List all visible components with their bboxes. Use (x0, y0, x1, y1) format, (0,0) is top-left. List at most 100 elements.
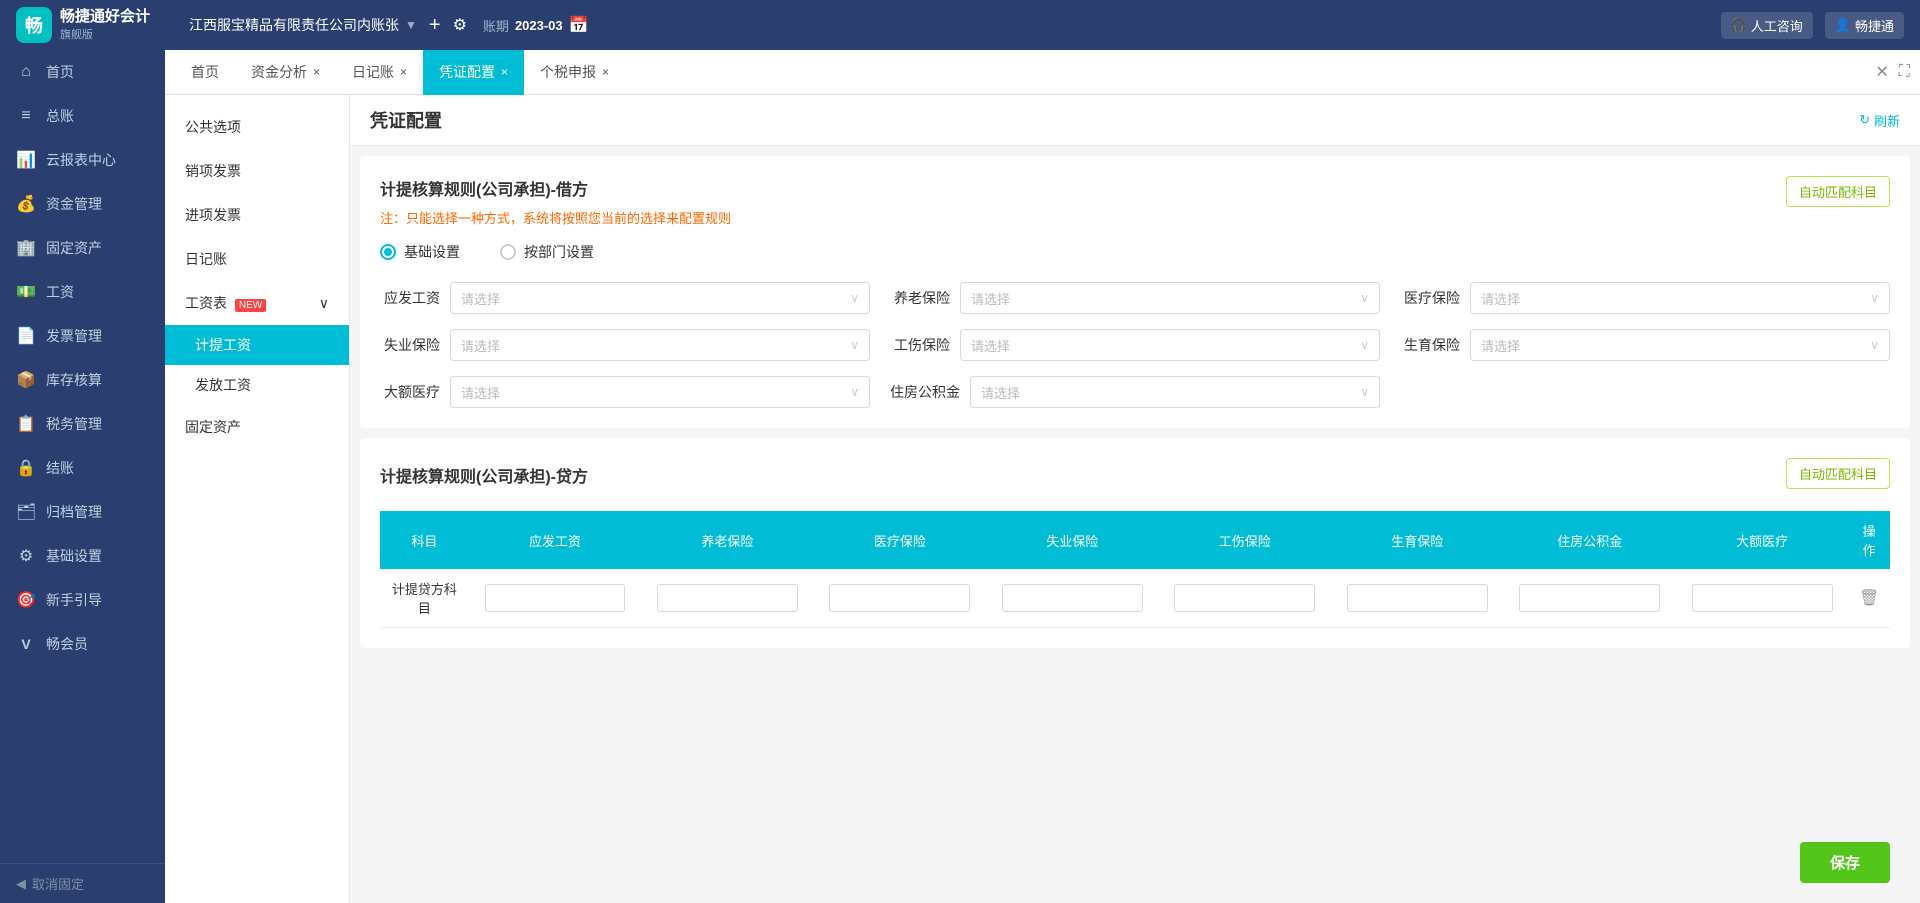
input-pension[interactable] (657, 584, 798, 612)
tab-fund[interactable]: 资金分析 × (235, 50, 336, 95)
sidebar-item-assets[interactable]: 🏢 固定资产 (0, 226, 165, 270)
input-unemployment[interactable] (1002, 584, 1143, 612)
sidebar-item-settings[interactable]: ⚙ 基础设置 (0, 534, 165, 578)
left-panel-public[interactable]: 公共选项 (165, 105, 349, 149)
sidebar-item-salary[interactable]: 💵 工资 (0, 270, 165, 314)
close-window-icon[interactable]: ✕ (1875, 62, 1888, 82)
inventory-icon: 📦 (16, 370, 36, 390)
unemployment-select[interactable]: 请选择 ∨ (450, 329, 870, 361)
maximize-window-icon[interactable]: ⛶ (1899, 63, 1910, 81)
sidebar-label-fund: 资金管理 (46, 194, 102, 214)
left-panel-journal[interactable]: 日记账 (165, 237, 349, 281)
field-work-injury: 工伤保险 请选择 ∨ (890, 329, 1380, 361)
sidebar-label-reports: 云报表中心 (46, 150, 116, 170)
sidebar-item-reports[interactable]: 📊 云报表中心 (0, 138, 165, 182)
consultant-button[interactable]: 🎧 人工咨询 (1721, 12, 1813, 39)
sidebar-item-archive[interactable]: 🗂 归档管理 (0, 490, 165, 534)
sidebar-item-vip[interactable]: V 畅会员 (0, 622, 165, 666)
expand-icon: ∨ (319, 295, 329, 312)
sidebar-label-guide: 新手引导 (46, 590, 102, 610)
credit-auto-match-button[interactable]: 自动匹配科目 (1786, 458, 1890, 489)
sidebar-item-inventory[interactable]: 📦 库存核算 (0, 358, 165, 402)
left-panel-fixed-assets[interactable]: 固定资产 (165, 405, 349, 449)
table-row: 计提贷方科目 🗑 (380, 569, 1890, 628)
housing-fund-select-arrow: ∨ (1360, 385, 1369, 399)
cell-housing-input[interactable] (1503, 569, 1675, 628)
housing-fund-select[interactable]: 请选择 ∨ (970, 376, 1380, 408)
sidebar-item-invoice[interactable]: 📄 发票管理 (0, 314, 165, 358)
consultant-label: 人工咨询 (1751, 16, 1803, 35)
medical-select[interactable]: 请选择 ∨ (1470, 282, 1890, 314)
sidebar-label-settings: 基础设置 (46, 546, 102, 566)
settings-icon[interactable]: ⚙ (453, 15, 467, 35)
unpin-icon: ◀ (16, 876, 26, 892)
period-label: 账期 (483, 16, 509, 35)
left-panel-pay-salary[interactable]: 发放工资 (165, 365, 349, 405)
tab-journal-label: 日记账 (352, 62, 394, 82)
cell-work-injury-input[interactable] (1159, 569, 1331, 628)
company-selector[interactable]: 江西服宝精品有限责任公司内账张 ▼ (189, 15, 417, 35)
tab-fund-close[interactable]: × (313, 65, 320, 79)
work-injury-select[interactable]: 请选择 ∨ (960, 329, 1380, 361)
tab-tax[interactable]: 个税申报 × (524, 50, 625, 95)
input-medical[interactable] (829, 584, 970, 612)
sidebar-item-closing[interactable]: 🔒 结账 (0, 446, 165, 490)
sidebar-item-guide[interactable]: 🎯 新手引导 (0, 578, 165, 622)
tab-voucher-close[interactable]: × (501, 65, 508, 79)
cell-medical-input[interactable] (814, 569, 986, 628)
tab-tax-close[interactable]: × (602, 65, 609, 79)
left-panel-public-label: 公共选项 (185, 119, 241, 135)
cell-major-medical-input[interactable] (1676, 569, 1848, 628)
maternity-select[interactable]: 请选择 ∨ (1470, 329, 1890, 361)
tab-journal-close[interactable]: × (400, 65, 407, 79)
tab-home[interactable]: 首页 (175, 50, 235, 95)
calendar-icon[interactable]: 📅 (569, 15, 589, 35)
sidebar-item-home[interactable]: ⌂ 首页 (0, 50, 165, 94)
cell-salary-input[interactable] (469, 569, 641, 628)
left-panel-sales[interactable]: 销项发票 (165, 149, 349, 193)
left-panel-salary-table-label: 工资表 (185, 295, 227, 311)
th-salary: 应发工资 (469, 511, 641, 569)
major-medical-select-arrow: ∨ (850, 385, 859, 399)
debit-auto-match-button[interactable]: 自动匹配科目 (1786, 176, 1890, 207)
sidebar-label-assets: 固定资产 (46, 238, 102, 258)
salary-select[interactable]: 请选择 ∨ (450, 282, 870, 314)
radio-dept[interactable]: 按部门设置 (500, 242, 594, 262)
delete-row-icon[interactable]: 🗑 (1859, 590, 1879, 607)
left-panel-purchase[interactable]: 进项发票 (165, 193, 349, 237)
refresh-button[interactable]: ↻ 刷新 (1859, 111, 1900, 130)
cell-maternity-input[interactable] (1331, 569, 1503, 628)
sidebar-item-tax[interactable]: 📋 税务管理 (0, 402, 165, 446)
cell-pension-input[interactable] (641, 569, 813, 628)
logo-area: 畅 畅捷通好会计 旗舰版 (16, 7, 181, 43)
housing-fund-label: 住房公积金 (890, 382, 960, 402)
left-panel-calc-salary[interactable]: 计提工资 (165, 325, 349, 365)
input-work-injury[interactable] (1174, 584, 1315, 612)
radio-basic[interactable]: 基础设置 (380, 242, 460, 262)
user-button[interactable]: 👤 畅捷通 (1825, 12, 1904, 39)
sidebar-label-tax: 税务管理 (46, 414, 102, 434)
page-header: 凭证配置 ↻ 刷新 (350, 95, 1920, 146)
input-housing[interactable] (1519, 584, 1660, 612)
save-button[interactable]: 保存 (1800, 842, 1890, 883)
th-pension: 养老保险 (641, 511, 813, 569)
th-subject: 科目 (380, 511, 469, 569)
major-medical-select[interactable]: 请选择 ∨ (450, 376, 870, 408)
page-content: 公共选项 销项发票 进项发票 日记账 工资表 NEW ∨ (165, 95, 1920, 903)
unpin-button[interactable]: ◀ 取消固定 (0, 863, 165, 903)
tab-journal[interactable]: 日记账 × (336, 50, 423, 95)
refresh-icon: ↻ (1859, 112, 1870, 128)
left-panel: 公共选项 销项发票 进项发票 日记账 工资表 NEW ∨ (165, 95, 350, 903)
pension-select[interactable]: 请选择 ∨ (960, 282, 1380, 314)
pension-select-arrow: ∨ (1360, 291, 1369, 305)
left-panel-fixed-assets-label: 固定资产 (185, 419, 241, 435)
sidebar-item-fund[interactable]: 💰 资金管理 (0, 182, 165, 226)
input-maternity[interactable] (1347, 584, 1488, 612)
left-panel-salary-table[interactable]: 工资表 NEW ∨ (165, 281, 349, 325)
input-salary[interactable] (485, 584, 626, 612)
sidebar-item-ledger[interactable]: ≡ 总账 (0, 94, 165, 138)
input-major-medical[interactable] (1692, 584, 1833, 612)
tab-voucher[interactable]: 凭证配置 × (423, 50, 524, 95)
cell-unemployment-input[interactable] (986, 569, 1158, 628)
add-account-icon[interactable]: + (429, 14, 441, 37)
